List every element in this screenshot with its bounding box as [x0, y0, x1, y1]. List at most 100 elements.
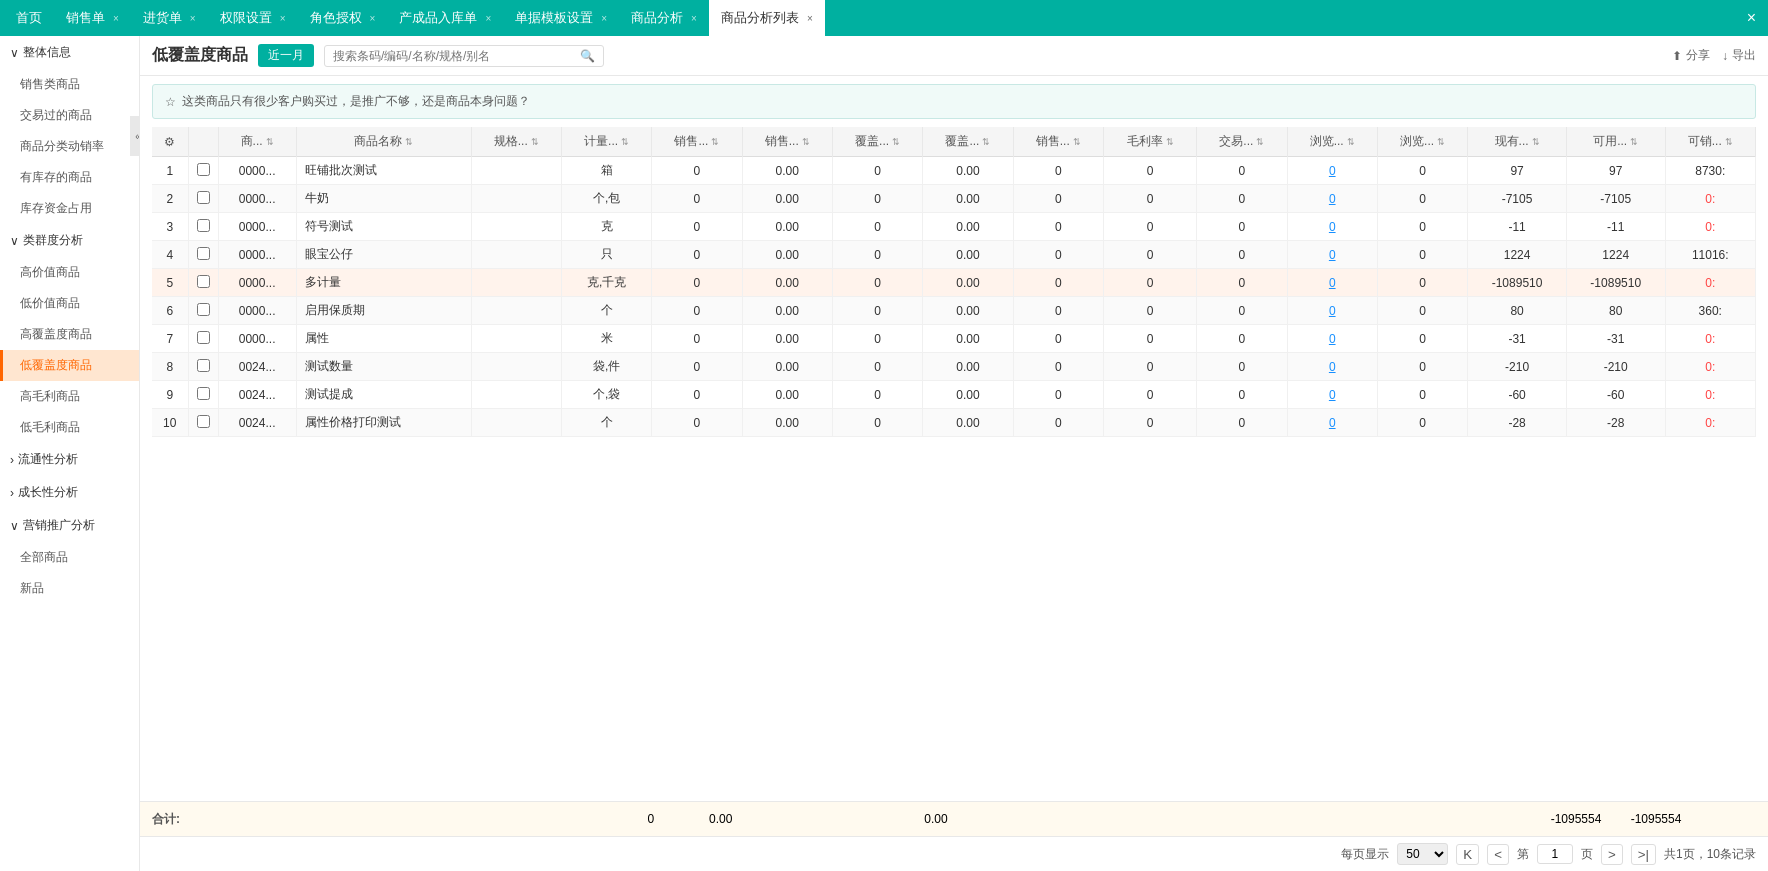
row-view1[interactable]: 0	[1287, 241, 1377, 269]
sidebar-item-high-gross[interactable]: 高毛利商品	[0, 381, 139, 412]
row-view1[interactable]: 0	[1287, 213, 1377, 241]
footer-sales-amt: 0.00	[686, 808, 756, 830]
close-icon[interactable]: ×	[485, 13, 491, 24]
page-input[interactable]	[1537, 844, 1573, 864]
row-checkbox[interactable]	[188, 185, 218, 213]
period-button[interactable]: 近一月	[258, 44, 314, 67]
sidebar-item-capital[interactable]: 库存资金占用	[0, 193, 139, 224]
row-checkbox[interactable]	[188, 213, 218, 241]
row-view2: 0	[1377, 353, 1467, 381]
close-icon[interactable]: ×	[691, 13, 697, 24]
sidebar-item-new-products[interactable]: 新品	[0, 573, 139, 604]
sidebar-item-low-value[interactable]: 低价值商品	[0, 288, 139, 319]
trans-col-header: 交易...⇅	[1197, 127, 1287, 157]
view-link[interactable]: 0	[1329, 276, 1336, 290]
tab-analysis[interactable]: 商品分析 ×	[619, 0, 709, 36]
row-view1[interactable]: 0	[1287, 325, 1377, 353]
sidebar-item-high-coverage[interactable]: 高覆盖度商品	[0, 319, 139, 350]
view-link[interactable]: 0	[1329, 304, 1336, 318]
tab-sales[interactable]: 销售单 ×	[54, 0, 131, 36]
view-link[interactable]: 0	[1329, 192, 1336, 206]
row-stock2: -31	[1566, 325, 1665, 353]
close-icon[interactable]: ×	[807, 13, 813, 24]
sidebar-item-in-stock[interactable]: 有库存的商品	[0, 162, 139, 193]
row-view2: 0	[1377, 269, 1467, 297]
sidebar-item-traded[interactable]: 交易过的商品	[0, 100, 139, 131]
close-icon[interactable]: ×	[190, 13, 196, 24]
first-page-button[interactable]: K	[1456, 844, 1479, 865]
sidebar-item-low-coverage[interactable]: 低覆盖度商品	[0, 350, 139, 381]
last-page-button[interactable]: >|	[1631, 844, 1656, 865]
view-link[interactable]: 0	[1329, 360, 1336, 374]
sidebar-item-all-products[interactable]: 全部商品	[0, 542, 139, 573]
row-view1[interactable]: 0	[1287, 269, 1377, 297]
search-input[interactable]	[333, 49, 574, 63]
close-icon[interactable]: ×	[601, 13, 607, 24]
tab-permission[interactable]: 权限设置 ×	[208, 0, 298, 36]
row-checkbox[interactable]	[188, 381, 218, 409]
page-title: 低覆盖度商品	[152, 45, 248, 66]
row-stock1: -31	[1468, 325, 1567, 353]
settings-col-header[interactable]: ⚙	[152, 127, 188, 157]
row-gross: 0	[1103, 185, 1196, 213]
tab-template[interactable]: 单据模板设置 ×	[503, 0, 619, 36]
tab-product-in[interactable]: 产成品入库单 ×	[387, 0, 503, 36]
sidebar-collapse-button[interactable]: «	[130, 116, 140, 156]
per-page-select[interactable]: 50 20 100 200	[1397, 843, 1448, 865]
tab-purchase[interactable]: 进货单 ×	[131, 0, 208, 36]
row-checkbox[interactable]	[188, 297, 218, 325]
close-icon[interactable]: ×	[113, 13, 119, 24]
sidebar-section-circulation[interactable]: › 流通性分析	[0, 443, 139, 476]
tab-analysis-list[interactable]: 商品分析列表 ×	[709, 0, 825, 36]
sidebar-item-low-gross[interactable]: 低毛利商品	[0, 412, 139, 443]
row-checkbox[interactable]	[188, 353, 218, 381]
row-stock2: -60	[1566, 381, 1665, 409]
table-body: 1 0000... 旺铺批次测试 箱 0 0.00 0 0.00 0 0 0 0…	[152, 157, 1756, 437]
row-code: 0024...	[218, 409, 296, 437]
view-link[interactable]: 0	[1329, 248, 1336, 262]
row-checkbox[interactable]	[188, 157, 218, 185]
row-view1[interactable]: 0	[1287, 409, 1377, 437]
row-view1[interactable]: 0	[1287, 185, 1377, 213]
sidebar-section-marketing[interactable]: ∨ 营销推广分析	[0, 509, 139, 542]
row-num: 10	[152, 409, 188, 437]
row-num: 7	[152, 325, 188, 353]
view-link[interactable]: 0	[1329, 164, 1336, 178]
row-stock1: -28	[1468, 409, 1567, 437]
sidebar-item-sales-products[interactable]: 销售类商品	[0, 69, 139, 100]
row-spec	[471, 353, 561, 381]
sidebar-section-growth[interactable]: › 成长性分析	[0, 476, 139, 509]
view-link[interactable]: 0	[1329, 220, 1336, 234]
next-page-button[interactable]: >	[1601, 844, 1623, 865]
view-link[interactable]: 0	[1329, 332, 1336, 346]
sidebar-section-overview[interactable]: ∨ 整体信息	[0, 36, 139, 69]
share-button[interactable]: ⬆ 分享	[1672, 47, 1710, 64]
close-icon[interactable]: ×	[280, 13, 286, 24]
row-checkbox[interactable]	[188, 409, 218, 437]
row-unit: 个,袋	[561, 381, 651, 409]
row-unit: 箱	[561, 157, 651, 185]
row-checkbox[interactable]	[188, 269, 218, 297]
row-view1[interactable]: 0	[1287, 353, 1377, 381]
view-link[interactable]: 0	[1329, 416, 1336, 430]
view-link[interactable]: 0	[1329, 388, 1336, 402]
row-sales-amt: 0.00	[742, 213, 832, 241]
close-icon[interactable]: ×	[370, 13, 376, 24]
row-view1[interactable]: 0	[1287, 297, 1377, 325]
row-checkbox[interactable]	[188, 241, 218, 269]
tab-home[interactable]: 首页	[4, 0, 54, 36]
row-checkbox[interactable]	[188, 325, 218, 353]
table-row: 7 0000... 属性 米 0 0.00 0 0.00 0 0 0 0 0 -…	[152, 325, 1756, 353]
stock1-col-header: 现有...⇅	[1468, 127, 1567, 157]
prev-page-button[interactable]: <	[1487, 844, 1509, 865]
table-wrapper[interactable]: ⚙ 商...⇅ 商品名称⇅ 规格...⇅ 计量...⇅ 销售...⇅ 销售...…	[152, 127, 1756, 801]
export-button[interactable]: ↓ 导出	[1722, 47, 1756, 64]
sidebar-item-high-value[interactable]: 高价值商品	[0, 257, 139, 288]
search-icon[interactable]: 🔍	[580, 49, 595, 63]
sidebar-item-category-rate[interactable]: 商品分类动销率	[0, 131, 139, 162]
row-view1[interactable]: 0	[1287, 381, 1377, 409]
close-all-button[interactable]: ×	[1739, 9, 1764, 27]
sidebar-section-cluster[interactable]: ∨ 类群度分析	[0, 224, 139, 257]
row-view1[interactable]: 0	[1287, 157, 1377, 185]
tab-role[interactable]: 角色授权 ×	[298, 0, 388, 36]
